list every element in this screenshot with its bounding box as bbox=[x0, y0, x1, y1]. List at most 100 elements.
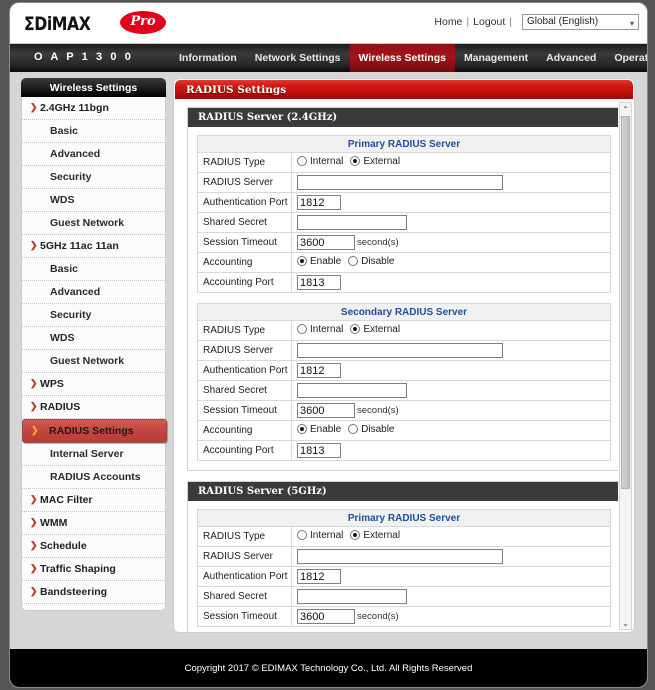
sidebar-item-wds[interactable]: WDS bbox=[22, 189, 165, 212]
accounting-radio-disable[interactable]: Disable bbox=[348, 256, 395, 267]
form-row-session-timeout: Session Timeout second(s) bbox=[197, 606, 611, 627]
session-timeout-cell: second(s) bbox=[291, 400, 611, 421]
sidebar-item-basic[interactable]: Basic bbox=[22, 120, 165, 143]
shared-secret-input[interactable] bbox=[297, 383, 407, 398]
radius-type-radio-external[interactable]: External bbox=[350, 156, 400, 167]
sidebar-item-internal-server[interactable]: Internal Server bbox=[22, 443, 165, 466]
sidebar-item-mac-filter[interactable]: ❯ MAC Filter bbox=[22, 489, 165, 512]
radio-button-icon[interactable] bbox=[297, 530, 307, 541]
radius-type-radio-group: Internal External bbox=[297, 530, 400, 543]
scroll-up-icon[interactable]: ⌃ bbox=[620, 103, 631, 115]
sidebar-item-label: 5GHz 11ac 11an bbox=[40, 240, 119, 252]
sidebar-item-radius[interactable]: ❯ RADIUS bbox=[22, 396, 165, 419]
radio-button-icon[interactable] bbox=[297, 256, 307, 267]
shared-secret-cell bbox=[291, 380, 611, 401]
logo-pro-label: Pro bbox=[130, 14, 156, 29]
language-select[interactable]: Global (English) ▾ bbox=[522, 14, 639, 30]
sidebar-item-wps[interactable]: ❯ WPS bbox=[22, 373, 165, 396]
settings-sections: RADIUS Server (2.4GHz) Primary RADIUS Ser… bbox=[175, 99, 618, 632]
sidebar-item-advanced[interactable]: Advanced bbox=[22, 281, 165, 304]
radius-server-input[interactable] bbox=[297, 175, 503, 190]
sidebar-item-guest-network[interactable]: Guest Network bbox=[22, 212, 165, 235]
sidebar-item-security[interactable]: Security bbox=[22, 166, 165, 189]
scrollbar-thumb[interactable] bbox=[621, 116, 630, 489]
radius-type-radio-group: Internal External bbox=[297, 156, 400, 169]
radio-button-icon[interactable] bbox=[350, 324, 361, 335]
radius-server-label: RADIUS Server bbox=[197, 172, 292, 193]
sidebar-item-security[interactable]: Security bbox=[22, 304, 165, 327]
radius-type-radio-internal[interactable]: Internal bbox=[297, 324, 343, 335]
accounting-radio-disable[interactable]: Disable bbox=[348, 424, 395, 435]
logout-link[interactable]: Logout bbox=[473, 16, 505, 28]
radio-button-icon[interactable] bbox=[297, 324, 307, 335]
radius-server-form: Secondary RADIUS Server RADIUS Type Intern… bbox=[197, 303, 611, 461]
radius-server-cell bbox=[291, 340, 611, 361]
logo-wordmark: ΣDiMAX bbox=[24, 13, 91, 35]
sidebar-item-traffic-shaping[interactable]: ❯ Traffic Shaping bbox=[22, 558, 165, 581]
sidebar-item-label: Basic bbox=[50, 263, 79, 275]
radius-type-radio-internal[interactable]: Internal bbox=[297, 156, 343, 167]
session-timeout-label: Session Timeout bbox=[197, 232, 292, 253]
form-row-accounting-port: Accounting Port bbox=[197, 440, 611, 461]
radio-button-icon[interactable] bbox=[297, 156, 307, 167]
sidebar-item-basic[interactable]: Basic bbox=[22, 258, 165, 281]
radius-server-input[interactable] bbox=[297, 343, 503, 358]
chevron-right-icon: ❯ bbox=[30, 240, 38, 250]
accounting-radio-enable[interactable]: Enable bbox=[297, 256, 341, 267]
vertical-scrollbar[interactable]: ⌃ ⌄ bbox=[619, 102, 632, 630]
nav-item-management[interactable]: Management bbox=[455, 44, 537, 72]
sidebar-item-2-4ghz-11bgn[interactable]: ❯ 2.4GHz 11bgn bbox=[22, 97, 165, 120]
accounting-radio-group: Enable Disable bbox=[297, 424, 395, 437]
radius-type-radio-external[interactable]: External bbox=[350, 530, 400, 541]
chevron-down-icon: ▾ bbox=[629, 19, 634, 28]
nav-item-operation-mode[interactable]: Operation Mode bbox=[605, 44, 647, 72]
radius-type-label: RADIUS Type bbox=[197, 152, 292, 173]
session-timeout-input[interactable] bbox=[297, 403, 355, 418]
device-model-label: O A P 1 3 0 0 bbox=[34, 51, 134, 63]
sidebar-item-radius-settings[interactable]: ❯ RADIUS Settings bbox=[22, 419, 167, 443]
authentication-port-input[interactable] bbox=[297, 569, 341, 584]
sidebar-item-label: WDS bbox=[50, 332, 75, 344]
nav-item-wireless-settings[interactable]: Wireless Settings bbox=[349, 44, 455, 72]
accounting-radio-enable[interactable]: Enable bbox=[297, 424, 341, 435]
home-link[interactable]: Home bbox=[434, 16, 462, 28]
accounting-port-input[interactable] bbox=[297, 443, 341, 458]
shared-secret-input[interactable] bbox=[297, 589, 407, 604]
radius-server-cell bbox=[291, 172, 611, 193]
nav-item-advanced[interactable]: Advanced bbox=[537, 44, 605, 72]
radio-button-icon[interactable] bbox=[348, 424, 359, 435]
sidebar-item-guest-network[interactable]: Guest Network bbox=[22, 350, 165, 373]
authentication-port-input[interactable] bbox=[297, 195, 341, 210]
sidebar-item-wmm[interactable]: ❯ WMM bbox=[22, 512, 165, 535]
session-timeout-input[interactable] bbox=[297, 609, 355, 624]
radio-button-icon[interactable] bbox=[350, 156, 361, 167]
form-row-authentication-port: Authentication Port bbox=[197, 360, 611, 381]
nav-item-information[interactable]: Information bbox=[170, 44, 246, 72]
form-row-shared-secret: Shared Secret bbox=[197, 380, 611, 401]
sidebar-item-schedule[interactable]: ❯ Schedule bbox=[22, 535, 165, 558]
sidebar-item-5ghz-11ac-11an[interactable]: ❯ 5GHz 11ac 11an bbox=[22, 235, 165, 258]
accounting-port-input[interactable] bbox=[297, 275, 341, 290]
authentication-port-input[interactable] bbox=[297, 363, 341, 378]
shared-secret-input[interactable] bbox=[297, 215, 407, 230]
radius-type-radio-label: Internal bbox=[310, 323, 344, 335]
sidebar-item-advanced[interactable]: Advanced bbox=[22, 143, 165, 166]
radius-server-input[interactable] bbox=[297, 549, 503, 564]
accounting-radio-group: Enable Disable bbox=[297, 256, 395, 269]
radius-server-label: RADIUS Server bbox=[197, 546, 292, 567]
radio-button-icon[interactable] bbox=[297, 424, 307, 435]
radio-button-icon[interactable] bbox=[350, 530, 361, 541]
sidebar-item-label: WPS bbox=[40, 378, 64, 390]
session-timeout-input[interactable] bbox=[297, 235, 355, 250]
radio-button-icon[interactable] bbox=[348, 256, 359, 267]
section-radius-server-2-4ghz: RADIUS Server (2.4GHz) Primary RADIUS Ser… bbox=[187, 107, 618, 471]
radius-type-radio-external[interactable]: External bbox=[350, 324, 400, 335]
page-header: ΣDiMAX Pro Home | Logout | Global (Engli… bbox=[10, 3, 647, 44]
nav-item-network-settings[interactable]: Network Settings bbox=[246, 44, 350, 72]
scroll-down-icon[interactable]: ⌄ bbox=[620, 617, 631, 629]
session-timeout-unit: second(s) bbox=[357, 405, 399, 417]
sidebar-item-bandsteering[interactable]: ❯ Bandsteering bbox=[22, 581, 165, 604]
sidebar-item-wds[interactable]: WDS bbox=[22, 327, 165, 350]
sidebar-item-radius-accounts[interactable]: RADIUS Accounts bbox=[22, 466, 165, 489]
radius-type-radio-internal[interactable]: Internal bbox=[297, 530, 343, 541]
